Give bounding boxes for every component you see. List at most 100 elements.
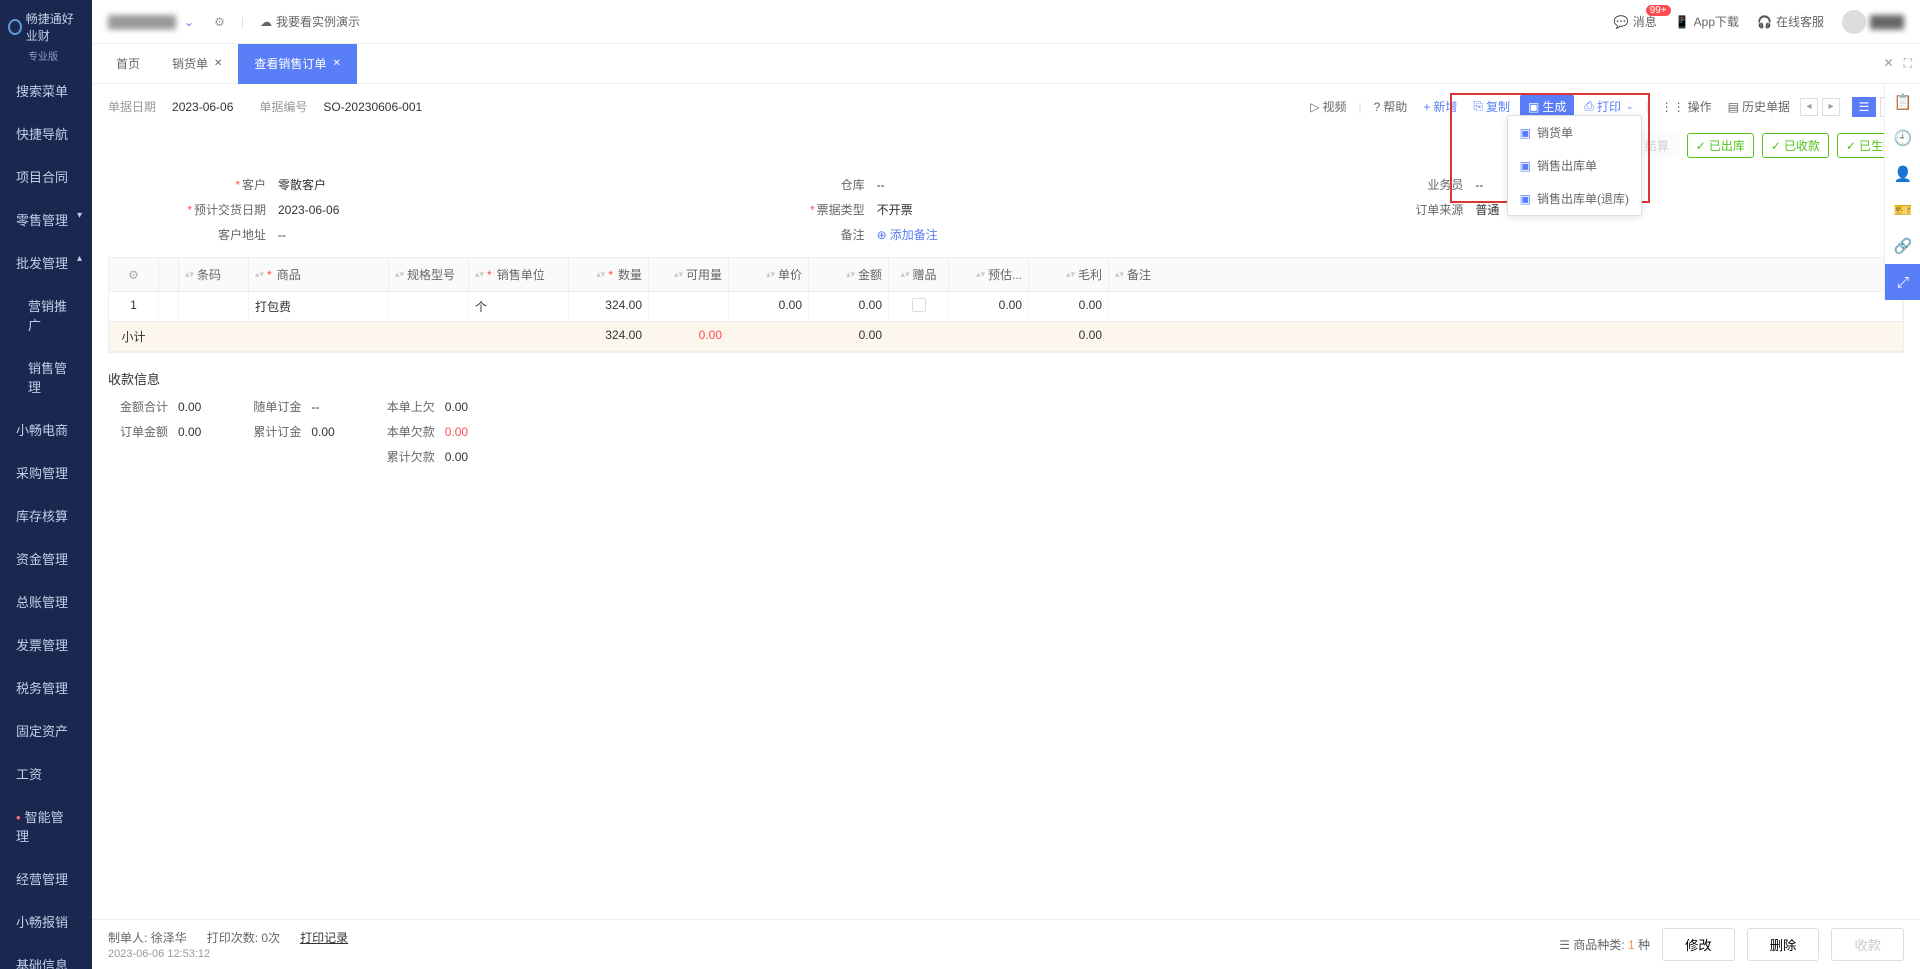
nav-sales-mgmt[interactable]: 销售管理 (0, 346, 92, 408)
user-name: ████ (1870, 15, 1904, 29)
rail-expand-icon[interactable]: ⤢ (1885, 264, 1920, 300)
this-owe-label: 本单欠款 (375, 423, 445, 440)
gear-icon: ⚙ (128, 268, 139, 282)
col-qty[interactable]: ▴▾*数量 (569, 258, 649, 291)
history-button[interactable]: ▤历史单据 (1722, 94, 1796, 119)
col-unit[interactable]: ▴▾*销售单位 (469, 258, 569, 291)
nav-ledger[interactable]: 总账管理 (0, 580, 92, 623)
gen-item-sales-doc[interactable]: ▣销货单 (1508, 116, 1641, 149)
close-icon[interactable]: ✕ (332, 58, 340, 69)
add-remark-link[interactable]: ⊕添加备注 (877, 226, 938, 243)
nav-invoice[interactable]: 发票管理 (0, 623, 92, 666)
tab-home[interactable]: 首页 (100, 44, 156, 84)
generate-dropdown: ▣销货单 ▣销售出库单 ▣销售出库单(退库) (1507, 115, 1642, 216)
mobile-icon: 📱 (1675, 15, 1690, 29)
table-row[interactable]: 1 打包费 个 324.00 0.00 0.00 0.00 0.00 (109, 292, 1903, 322)
print-icon: ⎙ (1584, 99, 1594, 114)
salesman-label: 业务员 (1305, 176, 1475, 193)
cs-label: 在线客服 (1776, 13, 1824, 30)
nav-smart[interactable]: 智能管理 (0, 795, 92, 857)
nav-retail[interactable]: 零售管理 (0, 198, 92, 241)
close-icon[interactable]: ✕ (214, 58, 222, 69)
prev-button[interactable]: ◂ (1800, 98, 1818, 116)
ops-button[interactable]: ⋮⋮操作 (1655, 94, 1718, 119)
collect-button[interactable]: 收款 (1831, 928, 1904, 961)
demo-link[interactable]: ☁ 我要看实例演示 (260, 13, 360, 30)
delivery-label: *预计交货日期 (108, 201, 278, 218)
customer-service[interactable]: 🎧 在线客服 (1757, 13, 1824, 30)
invoice-label: *票据类型 (707, 201, 877, 218)
nav-marketing[interactable]: 营销推广 (0, 284, 92, 346)
help-link[interactable]: ?帮助 (1368, 94, 1414, 119)
gear-icon[interactable]: ⚙ (214, 15, 225, 29)
fullscreen-icon[interactable]: ⛶ (1904, 56, 1912, 71)
col-product[interactable]: ▴▾*商品 (249, 258, 389, 291)
sku-count: ☰ 商品种类: 1 种 (1559, 936, 1650, 953)
tabs: 首页 销货单✕ 查看销售订单✕ ✕ ⛶ (92, 44, 1920, 84)
nav-assets[interactable]: 固定资产 (0, 709, 92, 752)
user-menu[interactable]: ████ (1842, 10, 1904, 34)
nav-wholesale[interactable]: 批发管理 (0, 241, 92, 284)
rail-link-icon[interactable]: 🔗 (1885, 228, 1920, 264)
gen-item-outbound-return[interactable]: ▣销售出库单(退库) (1508, 182, 1641, 215)
nav-search[interactable]: 搜索菜单 (0, 69, 92, 112)
close-all-icon[interactable]: ✕ (1884, 56, 1894, 71)
app-download[interactable]: 📱 App下载 (1675, 13, 1739, 30)
customer-value: 零散客户 (278, 176, 326, 193)
tab-sales-doc[interactable]: 销货单✕ (156, 44, 238, 84)
messages-button[interactable]: 💬 消息 99+ (1614, 13, 1657, 30)
tab-view-sales-order[interactable]: 查看销售订单✕ (238, 44, 356, 84)
nav-expense[interactable]: 小畅报销 (0, 900, 92, 943)
total-label: 金额合计 (108, 398, 178, 415)
nav-ecommerce[interactable]: 小畅电商 (0, 408, 92, 451)
nav-basic[interactable]: 基础信息 (0, 943, 92, 969)
col-profit[interactable]: ▴▾毛利 (1029, 258, 1109, 291)
view-list-button[interactable]: ☰ (1852, 97, 1876, 117)
warehouse-label: 仓库 (707, 176, 877, 193)
nav-business[interactable]: 经营管理 (0, 857, 92, 900)
headset-icon: 🎧 (1757, 15, 1772, 29)
print-log-link[interactable]: 打印记录 (300, 929, 348, 946)
prev-owe-label: 本单上欠 (375, 398, 445, 415)
col-gift[interactable]: ▴▾赠品 (889, 258, 949, 291)
company-selector[interactable]: ████████ ⌄ ⚙ (108, 15, 225, 29)
next-button[interactable]: ▸ (1822, 98, 1840, 116)
gen-item-outbound[interactable]: ▣销售出库单 (1508, 149, 1641, 182)
video-link[interactable]: ▷视频 (1304, 94, 1352, 119)
col-settings[interactable]: ⚙ (109, 258, 159, 291)
cell-barcode (179, 292, 249, 321)
nav-quick[interactable]: 快捷导航 (0, 112, 92, 155)
doc-date-label: 单据日期 (108, 98, 156, 115)
col-avail[interactable]: ▴▾可用量 (649, 258, 729, 291)
col-remark[interactable]: ▴▾备注 (1109, 258, 1903, 291)
col-amount[interactable]: ▴▾金额 (809, 258, 889, 291)
col-spec[interactable]: ▴▾规格型号 (389, 258, 469, 291)
nav-tax[interactable]: 税务管理 (0, 666, 92, 709)
data-grid: ⚙ ▴▾条码 ▴▾*商品 ▴▾规格型号 ▴▾*销售单位 ▴▾*数量 ▴▾可用量 … (108, 257, 1904, 353)
message-icon: 💬 (1614, 15, 1629, 29)
edit-button[interactable]: 修改 (1662, 928, 1735, 961)
sidebar: 畅捷通好业财 专业版 搜索菜单 快捷导航 项目合同 零售管理 批发管理 营销推广… (0, 0, 92, 969)
subtotal-label: 小计 (109, 322, 159, 351)
nav-inventory[interactable]: 库存核算 (0, 494, 92, 537)
checkbox[interactable] (912, 298, 926, 312)
col-est[interactable]: ▴▾预估... (949, 258, 1029, 291)
rail-person-icon[interactable]: 👤 (1885, 156, 1920, 192)
rail-ticket-icon[interactable]: 🎫 (1885, 192, 1920, 228)
doc-icon: ▣ (1520, 126, 1531, 140)
cell-est: 0.00 (949, 292, 1029, 321)
nav-project[interactable]: 项目合同 (0, 155, 92, 198)
col-price[interactable]: ▴▾单价 (729, 258, 809, 291)
footer: 制单人: 徐泽华 打印次数: 0次 打印记录 2023-06-06 12:53:… (92, 919, 1920, 969)
nav-finance[interactable]: 资金管理 (0, 537, 92, 580)
new-button[interactable]: +新增 (1417, 94, 1463, 119)
nav-salary[interactable]: 工资 (0, 752, 92, 795)
deposit-value: -- (311, 400, 319, 414)
rail-history-icon[interactable]: 🕘 (1885, 120, 1920, 156)
delete-button[interactable]: 删除 (1747, 928, 1820, 961)
nav-purchase[interactable]: 采购管理 (0, 451, 92, 494)
subtotal-row: 小计 324.00 0.00 0.00 0.00 (109, 322, 1903, 352)
warehouse-value: -- (877, 178, 885, 192)
col-barcode[interactable]: ▴▾条码 (179, 258, 249, 291)
rail-note-icon[interactable]: 📋 (1885, 84, 1920, 120)
